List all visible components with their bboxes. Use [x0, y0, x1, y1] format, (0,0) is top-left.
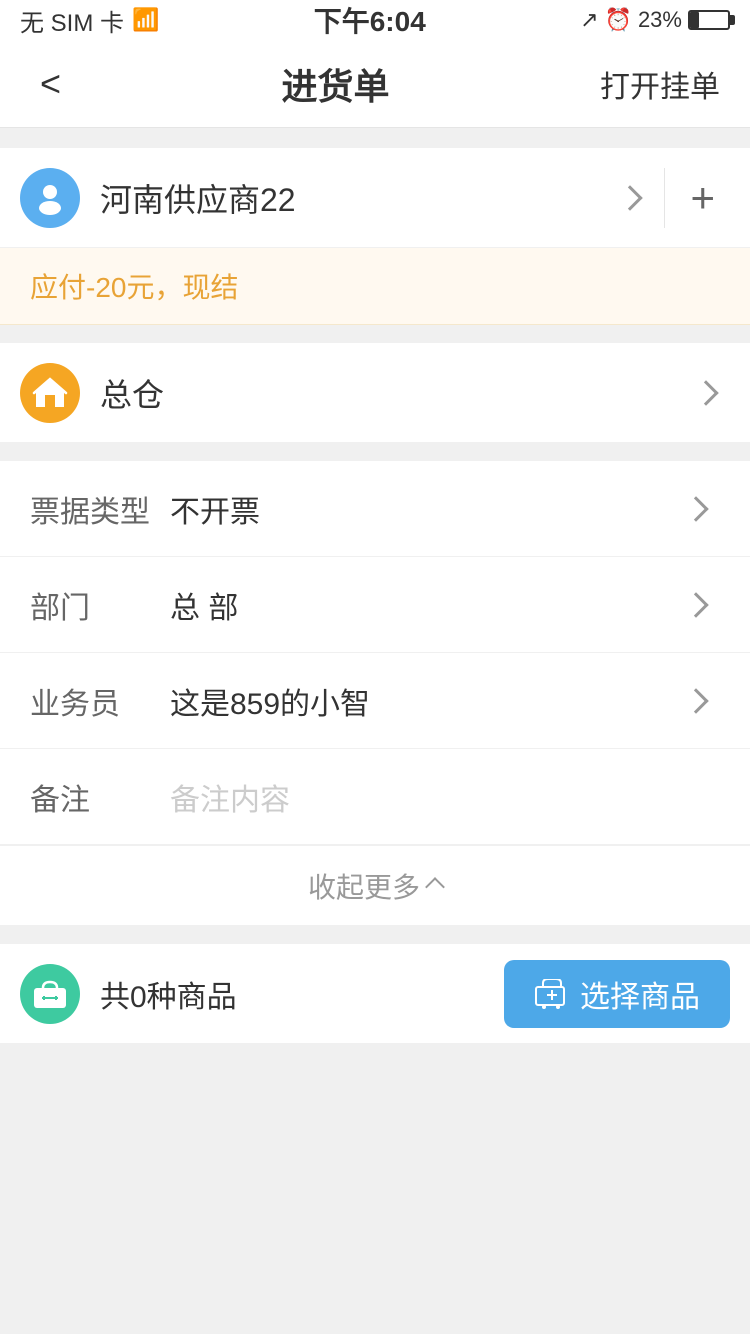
invoice-value: 不开票 — [170, 487, 687, 531]
supplier-row[interactable]: 河南供应商22 + — [0, 148, 750, 248]
add-supplier-button[interactable]: + — [675, 164, 730, 232]
divider-warehouse — [0, 325, 750, 343]
status-bar: 无 SIM 卡 📶 下午6:04 ↗ ⏰ 23% — [0, 0, 750, 40]
dept-label: 部门 — [30, 583, 170, 627]
select-goods-button[interactable]: 选择商品 — [504, 960, 730, 1028]
wifi-icon: 📶 — [132, 7, 159, 33]
warehouse-row[interactable]: 总仓 — [0, 343, 750, 443]
remark-row[interactable]: 备注 备注内容 — [0, 749, 750, 845]
dept-chevron-icon — [683, 592, 708, 617]
open-pending-button[interactable]: 打开挂单 — [600, 62, 720, 106]
invoice-row[interactable]: 票据类型 不开票 — [0, 461, 750, 557]
location-icon: ↗ — [580, 7, 598, 33]
dept-value: 总 部 — [170, 583, 687, 627]
divider-form — [0, 443, 750, 461]
page-title: 进货单 — [282, 58, 390, 110]
collapse-label: 收起更多 — [308, 866, 420, 906]
invoice-label: 票据类型 — [30, 487, 170, 531]
invoice-chevron-icon — [683, 496, 708, 521]
collapse-button[interactable]: 收起更多 — [0, 845, 750, 925]
supplier-divider — [664, 168, 665, 228]
supplier-chevron-icon — [618, 185, 643, 210]
salesman-chevron-icon — [683, 688, 708, 713]
status-carrier: 无 SIM 卡 📶 — [20, 3, 159, 38]
warehouse-name: 总仓 — [100, 370, 697, 416]
dept-row[interactable]: 部门 总 部 — [0, 557, 750, 653]
notice-text: 应付-20元，现结 — [30, 272, 238, 303]
warehouse-chevron-icon — [693, 380, 718, 405]
battery-percent: 23% — [638, 7, 682, 33]
supplier-avatar — [20, 168, 80, 228]
carrier-text: 无 SIM 卡 — [20, 3, 124, 38]
warehouse-icon — [20, 363, 80, 423]
supplier-name: 河南供应商22 — [100, 175, 621, 221]
shopping-bag-icon — [32, 978, 68, 1010]
house-icon — [32, 375, 68, 411]
form-section: 票据类型 不开票 部门 总 部 业务员 这是859的小智 备注 备注内容 收起更… — [0, 461, 750, 925]
remark-label: 备注 — [30, 775, 170, 819]
nav-bar: < 进货单 打开挂单 — [0, 40, 750, 128]
select-goods-label: 选择商品 — [580, 972, 700, 1016]
bottom-bar: 共0种商品 选择商品 — [0, 943, 750, 1043]
page-content: 河南供应商22 + 应付-20元，现结 总仓 票据类型 不开票 — [0, 128, 750, 1334]
alarm-icon: ⏰ — [605, 7, 632, 33]
remark-input[interactable]: 备注内容 — [170, 775, 720, 819]
battery-icon — [688, 10, 730, 30]
cart-icon — [534, 979, 570, 1009]
status-time: 下午6:04 — [314, 0, 426, 40]
status-right: ↗ ⏰ 23% — [580, 7, 730, 33]
salesman-row[interactable]: 业务员 这是859的小智 — [0, 653, 750, 749]
chevron-up-icon — [425, 877, 445, 897]
salesman-value: 这是859的小智 — [170, 679, 687, 723]
product-count: 共0种商品 — [100, 972, 504, 1016]
product-icon-wrap — [20, 964, 80, 1024]
supplier-section: 河南供应商22 + 应付-20元，现结 — [0, 148, 750, 325]
divider-top — [0, 128, 750, 148]
salesman-label: 业务员 — [30, 679, 170, 723]
person-icon — [32, 180, 68, 216]
notice-banner: 应付-20元，现结 — [0, 248, 750, 325]
back-button[interactable]: < — [30, 53, 71, 115]
